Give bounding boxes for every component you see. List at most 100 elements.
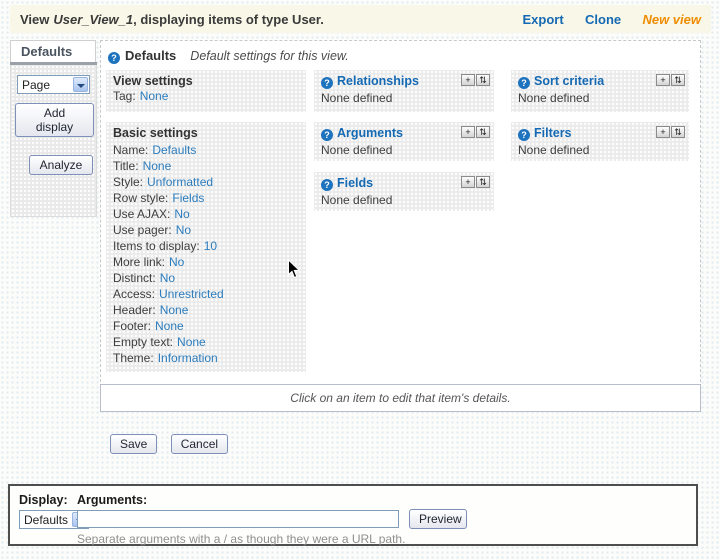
setting-row: Theme: Information (113, 350, 299, 366)
theme-setting-link[interactable]: Information (158, 351, 218, 365)
setting-label: Items to display: (113, 239, 200, 253)
items-to-display-setting-link[interactable]: 10 (204, 239, 217, 253)
help-icon[interactable]: ? (518, 77, 530, 89)
bucket-title: View settings (113, 74, 193, 88)
chevron-down-icon[interactable] (73, 77, 88, 92)
rearrange-icon[interactable]: ⇅ (476, 126, 490, 138)
filters-title-link[interactable]: Filters (534, 126, 572, 140)
empty-text: None defined (518, 143, 590, 157)
bucket-ops: + ⇅ (655, 74, 685, 88)
setting-label: Use pager: (113, 223, 172, 237)
fields-title-link[interactable]: Fields (337, 176, 373, 190)
title-suffix: , displaying items of type User. (133, 11, 324, 27)
export-link[interactable]: Export (522, 12, 563, 27)
clone-link[interactable]: Clone (585, 12, 621, 27)
arguments-label: Arguments: (77, 493, 148, 507)
main-heading-title: Defaults (125, 48, 177, 63)
add-icon[interactable]: + (656, 74, 670, 86)
display-label: Display: (19, 493, 68, 507)
distinct-setting-link[interactable]: No (160, 271, 175, 285)
rearrange-icon[interactable]: ⇅ (476, 176, 490, 188)
setting-row: Title: None (113, 158, 299, 174)
help-icon[interactable]: ? (321, 129, 333, 141)
new-view-link[interactable]: New view (642, 12, 701, 27)
use-pager-setting-link[interactable]: No (176, 223, 191, 237)
tag-setting-link[interactable]: None (140, 89, 169, 103)
empty-text: None defined (321, 193, 393, 207)
setting-row: Distinct: No (113, 270, 299, 286)
setting-label: Name: (113, 143, 149, 157)
setting-row: Row style: Fields (113, 190, 299, 206)
rearrange-icon[interactable]: ⇅ (671, 74, 685, 86)
style-setting-link[interactable]: Unformatted (147, 175, 213, 189)
name-setting-link[interactable]: Defaults (152, 143, 196, 157)
access-setting-link[interactable]: Unrestricted (159, 287, 224, 301)
setting-row: Items to display: 10 (113, 238, 299, 254)
empty-text: None defined (321, 91, 393, 105)
add-icon[interactable]: + (461, 126, 475, 138)
display-settings-region: ? Defaults Default settings for this view.… (100, 40, 701, 412)
row-style-setting-link[interactable]: Fields (172, 191, 204, 205)
help-icon[interactable]: ? (321, 77, 333, 89)
bucket-filters: ? Filters + ⇅ None defined (511, 122, 689, 161)
bucket-ops: + ⇅ (655, 126, 685, 140)
help-icon[interactable]: ? (321, 179, 333, 191)
sort-criteria-title-link[interactable]: Sort criteria (534, 74, 604, 88)
add-display-button[interactable]: Add display (15, 103, 94, 137)
setting-row: Empty text: None (113, 334, 299, 350)
main-heading-description: Default settings for this view. (190, 49, 349, 63)
header-setting-link[interactable]: None (160, 303, 189, 317)
empty-text-setting-link[interactable]: None (177, 335, 206, 349)
add-icon[interactable]: + (656, 126, 670, 138)
footer-setting-link[interactable]: None (155, 319, 184, 333)
display-type-select[interactable]: Page (17, 75, 90, 94)
bucket-relationships: ? Relationships + ⇅ None defined (314, 70, 494, 112)
setting-label: Use AJAX: (113, 207, 171, 221)
tab-defaults[interactable]: Defaults (10, 40, 96, 62)
arguments-input[interactable] (77, 510, 399, 528)
header-strip: View User_View_1, displaying items of typ… (10, 5, 711, 33)
save-button[interactable]: Save (110, 434, 158, 454)
help-icon[interactable]: ? (518, 129, 530, 141)
setting-label: Row style: (113, 191, 169, 205)
view-name: User_View_1 (53, 11, 134, 27)
rearrange-icon[interactable]: ⇅ (476, 74, 490, 86)
bucket-ops: + ⇅ (460, 74, 490, 88)
empty-text: None defined (518, 91, 590, 105)
cancel-button[interactable]: Cancel (170, 434, 229, 454)
bucket-arguments: ? Arguments + ⇅ None defined (314, 122, 494, 161)
display-type-value: Page (22, 78, 51, 92)
setting-row: Access: Unrestricted (113, 286, 299, 302)
setting-label: More link: (113, 255, 166, 269)
bucket-fields: ? Fields + ⇅ None defined (314, 172, 494, 211)
analyze-button[interactable]: Analyze (29, 155, 93, 175)
more-link-setting-link[interactable]: No (169, 255, 184, 269)
form-actions: Save Cancel (110, 434, 238, 454)
add-icon[interactable]: + (461, 176, 475, 188)
setting-label: Empty text: (113, 335, 174, 349)
arguments-title-link[interactable]: Arguments (337, 126, 403, 140)
relationships-title-link[interactable]: Relationships (337, 74, 419, 88)
preview-display-value: Defaults (24, 513, 69, 527)
arguments-help-text: Separate arguments with a / as though th… (77, 532, 406, 546)
page-title: View User_View_1, displaying items of typ… (20, 12, 324, 27)
bucket-sort-criteria: ? Sort criteria + ⇅ None defined (511, 70, 689, 112)
bucket-ops: + ⇅ (460, 126, 490, 140)
preview-button[interactable]: Preview (409, 509, 467, 529)
header-links: Export Clone New view (504, 12, 701, 27)
title-setting-link[interactable]: None (143, 159, 172, 173)
setting-row: Footer: None (113, 318, 299, 334)
bucket-ops: + ⇅ (460, 176, 490, 190)
setting-row: Header: None (113, 302, 299, 318)
setting-label: Header: (113, 303, 156, 317)
rearrange-icon[interactable]: ⇅ (671, 126, 685, 138)
setting-row: Style: Unformatted (113, 174, 299, 190)
bucket-basic-settings: Basic settings Name: Defaults Title: None … (106, 122, 306, 372)
add-icon[interactable]: + (461, 74, 475, 86)
use-ajax-setting-link[interactable]: No (174, 207, 189, 221)
empty-text: None defined (321, 143, 393, 157)
setting-label: Title: (113, 159, 139, 173)
help-icon[interactable]: ? (108, 52, 120, 64)
title-prefix: View (20, 11, 50, 27)
setting-label: Style: (113, 175, 144, 189)
